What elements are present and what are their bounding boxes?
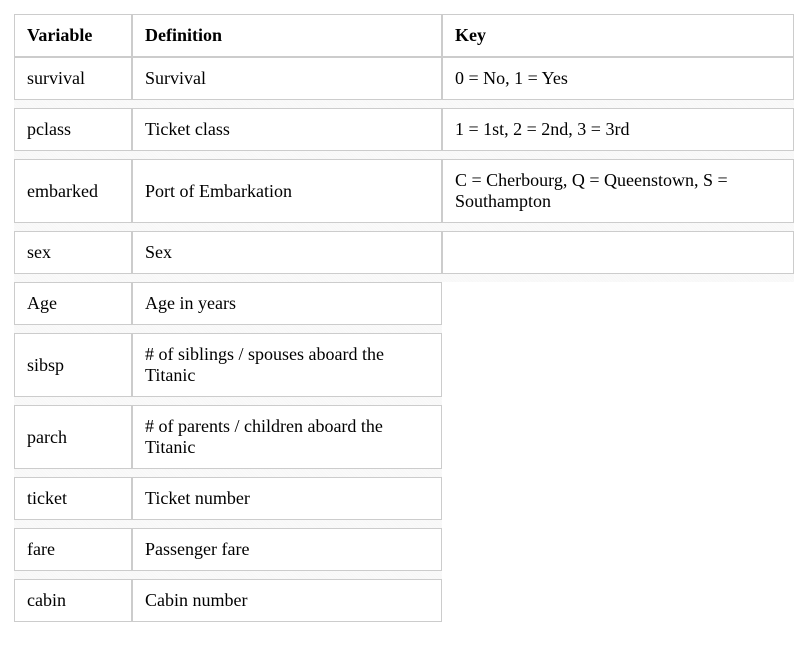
table-row: pclassTicket class1 = 1st, 2 = 2nd, 3 = …: [14, 108, 794, 151]
cell-variable: sibsp: [14, 333, 132, 397]
spacer-row: [14, 520, 794, 528]
table-row: survivalSurvival0 = No, 1 = Yes: [14, 57, 794, 100]
cell-key: C = Cherbourg, Q = Queenstown, S = South…: [442, 159, 794, 223]
spacer-row: [14, 325, 794, 333]
cell-key: 1 = 1st, 2 = 2nd, 3 = 3rd: [442, 108, 794, 151]
cell-definition: Cabin number: [132, 579, 442, 622]
table-row: sibsp# of siblings / spouses aboard the …: [14, 333, 794, 397]
header-row: Variable Definition Key: [14, 14, 794, 57]
cell-definition: Survival: [132, 57, 442, 100]
cell-definition: # of siblings / spouses aboard the Titan…: [132, 333, 442, 397]
cell-variable: ticket: [14, 477, 132, 520]
cell-key: [442, 231, 794, 274]
cell-definition: Port of Embarkation: [132, 159, 442, 223]
cell-variable: cabin: [14, 579, 132, 622]
cell-variable: fare: [14, 528, 132, 571]
cell-variable: survival: [14, 57, 132, 100]
header-definition: Definition: [132, 14, 442, 57]
spacer-row: [14, 151, 794, 159]
data-dictionary-table: Variable Definition Key survivalSurvival…: [14, 14, 794, 622]
cell-definition: Age in years: [132, 282, 442, 325]
cell-variable: sex: [14, 231, 132, 274]
cell-variable: embarked: [14, 159, 132, 223]
cell-variable: pclass: [14, 108, 132, 151]
spacer-row: [14, 223, 794, 231]
table-row: AgeAge in years: [14, 282, 794, 325]
spacer-row: [14, 397, 794, 405]
table-row: farePassenger fare: [14, 528, 794, 571]
table-row: cabinCabin number: [14, 579, 794, 622]
cell-key: 0 = No, 1 = Yes: [442, 57, 794, 100]
cell-definition: Passenger fare: [132, 528, 442, 571]
spacer-row: [14, 469, 794, 477]
spacer-row: [14, 100, 794, 108]
cell-variable: parch: [14, 405, 132, 469]
header-key: Key: [442, 14, 794, 57]
table-row: ticketTicket number: [14, 477, 794, 520]
cell-definition: Sex: [132, 231, 442, 274]
table-row: parch# of parents / children aboard the …: [14, 405, 794, 469]
header-variable: Variable: [14, 14, 132, 57]
cell-definition: Ticket class: [132, 108, 442, 151]
cell-definition: # of parents / children aboard the Titan…: [132, 405, 442, 469]
spacer-row: [14, 274, 794, 282]
table-row: embarkedPort of EmbarkationC = Cherbourg…: [14, 159, 794, 223]
cell-definition: Ticket number: [132, 477, 442, 520]
table-row: sexSex: [14, 231, 794, 274]
spacer-row: [14, 571, 794, 579]
cell-variable: Age: [14, 282, 132, 325]
